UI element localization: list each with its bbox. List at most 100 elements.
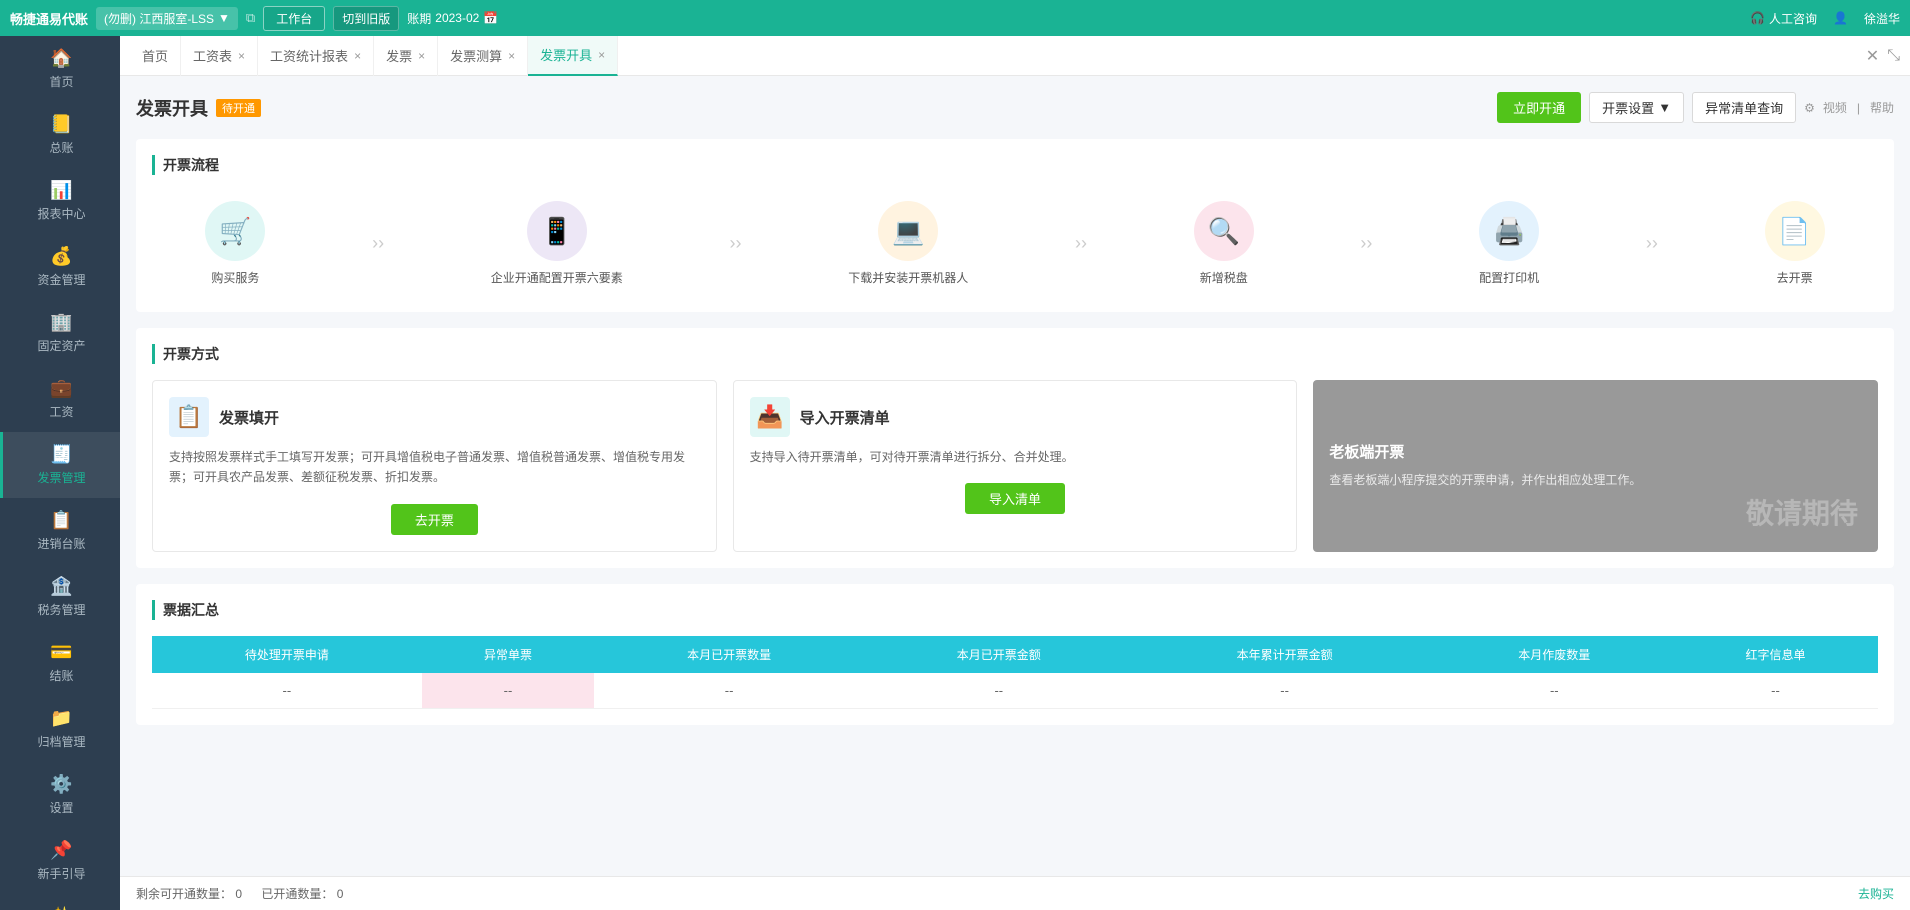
company-name: (勿删) 江西服室-LSS [104, 10, 214, 27]
content-area: 首页 工资表 × 工资统计报表 × 发票 × 发票测算 × 发票开具 × [120, 36, 1910, 910]
sidebar-item-settlement[interactable]: 💳 结账 [0, 630, 120, 696]
sidebar-item-archive[interactable]: 📁 归档管理 [0, 696, 120, 762]
calendar-icon[interactable]: 📅 [483, 11, 498, 25]
sidebar-item-purchase[interactable]: 📋 进销台账 [0, 498, 120, 564]
sidebar-item-label: 工资 [49, 403, 73, 420]
sidebar-item-funds[interactable]: 💰 资金管理 [0, 234, 120, 300]
step-arrow-1: ›› [372, 233, 384, 254]
bottom-bar: 剩余可开通数量： 0 已开通数量： 0 去购买 [120, 876, 1910, 910]
step-add-taxbox[interactable]: 🔍 新增税盘 [1194, 201, 1254, 286]
tab-invoice-calc[interactable]: 发票测算 × [438, 36, 528, 76]
invoice-card-manual-desc: 支持按照发票样式手工填写开发票；可开具增值税电子普通发票、增值税普通发票、增值税… [169, 447, 700, 488]
period-selector[interactable]: 账期 2023-02 📅 [407, 10, 498, 27]
main-layout: 🏠 首页 📒 总账 📊 报表中心 💰 资金管理 🏢 固定资产 💼 工资 🧾 发票… [0, 36, 1910, 910]
step-arrow-4: ›› [1360, 233, 1372, 254]
open-now-button[interactable]: 立即开通 [1497, 92, 1581, 123]
tab-close-icon[interactable]: × [418, 49, 425, 63]
tab-close-icon[interactable]: × [238, 49, 245, 63]
workspace-button[interactable]: 工作台 [263, 6, 325, 31]
funds-icon: 💰 [50, 246, 72, 267]
sidebar-item-label: 固定资产 [37, 337, 85, 354]
step-add-taxbox-label: 新增税盘 [1200, 269, 1248, 286]
abnormal-query-button[interactable]: 异常清单查询 [1692, 92, 1796, 123]
step-enterprise-setup[interactable]: 📱 企业开通配置开票六要素 [491, 201, 623, 286]
invoice-card-import-desc: 支持导入待开票清单，可对待开票清单进行拆分、合并处理。 [750, 447, 1281, 467]
cell-6: -- [1673, 673, 1878, 709]
table-row: -- -- -- -- -- -- -- [152, 673, 1878, 709]
sidebar-item-settings[interactable]: ⚙️ 设置 [0, 762, 120, 828]
tab-invoice[interactable]: 发票 × [374, 36, 438, 76]
step-buy-service-icon: 🛒 [205, 201, 265, 261]
sidebar-item-home[interactable]: 🏠 首页 [0, 36, 120, 102]
sidebar-item-invoice[interactable]: 🧾 发票管理 [0, 432, 120, 498]
cell-2: -- [594, 673, 864, 709]
step-download-robot[interactable]: 💻 下载并安装开票机器人 [848, 201, 968, 286]
company-selector[interactable]: (勿删) 江西服室-LSS ▼ [96, 7, 238, 30]
page-title: 发票开具 [136, 95, 208, 121]
chevron-down-icon: ▼ [1658, 100, 1671, 115]
archive-icon: 📁 [50, 708, 72, 729]
tab-invoice-tools[interactable]: 发票开具 × [528, 36, 618, 76]
open-settings-button[interactable]: 开票设置 ▼ [1589, 92, 1684, 123]
sidebar-item-vip[interactable]: ✨ 畅会员 [0, 894, 120, 910]
remain-label: 剩余可开通数量： [136, 887, 232, 901]
sidebar-item-label: 结账 [49, 667, 73, 684]
copy-icon[interactable]: ⧉ [246, 10, 255, 26]
chevron-down-icon: ▼ [218, 11, 230, 25]
sidebar-item-salary[interactable]: 💼 工资 [0, 366, 120, 432]
invoice-icon: 🧾 [50, 444, 72, 465]
ledger-icon: 📒 [50, 114, 72, 135]
top-bar-right: 🎧 人工咨询 👤 徐溢华 [1750, 10, 1900, 27]
top-bar: 畅捷通易代账 (勿删) 江西服室-LSS ▼ ⧉ 工作台 切到旧版 账期 202… [0, 0, 1910, 36]
page-header: 发票开具 待开通 立即开通 开票设置 ▼ 异常清单查询 ⚙ 视频 | 帮助 [136, 92, 1894, 123]
method-section: 开票方式 📋 发票填开 支持按照发票样式手工填写开发票；可开具增值税电子普通发票… [136, 328, 1894, 568]
step-start-invoice[interactable]: 📄 去开票 [1765, 201, 1825, 286]
import-list-button[interactable]: 导入清单 [965, 483, 1065, 514]
opened-value: 0 [337, 887, 344, 901]
assets-icon: 🏢 [50, 312, 72, 333]
col-header-5: 本月作废数量 [1436, 636, 1673, 673]
summary-table: 待处理开票申请 异常单票 本月已开票数量 本月已开票金额 本年累计开票金额 本月… [152, 636, 1878, 709]
user-name: 徐溢华 [1864, 10, 1900, 27]
sidebar-item-label: 归档管理 [37, 733, 85, 750]
tab-home[interactable]: 首页 [130, 36, 181, 76]
step-config-printer-icon: 🖨️ [1479, 201, 1539, 261]
status-badge: 待开通 [216, 99, 261, 117]
tab-salary-table[interactable]: 工资表 × [181, 36, 258, 76]
video-label[interactable]: 视频 [1823, 99, 1847, 116]
invoice-methods: 📋 发票填开 支持按照发票样式手工填写开发票；可开具增值税电子普通发票、增值税普… [152, 380, 1878, 552]
sidebar-item-ledger[interactable]: 📒 总账 [0, 102, 120, 168]
video-icon[interactable]: ⚙ [1804, 101, 1815, 115]
coming-soon-title: 老板端开票 [1329, 441, 1862, 462]
salary-icon: 💼 [50, 378, 72, 399]
tab-bar-right: ✕ ⤡ [1866, 46, 1900, 66]
tab-close-icon[interactable]: × [354, 49, 361, 63]
sidebar-item-assets[interactable]: 🏢 固定资产 [0, 300, 120, 366]
reports-icon: 📊 [50, 180, 72, 201]
step-config-printer[interactable]: 🖨️ 配置打印机 [1479, 201, 1539, 286]
customer-service-link[interactable]: 🎧 人工咨询 [1750, 10, 1817, 27]
settings-icon: ⚙️ [50, 774, 72, 795]
help-links: ⚙ 视频 | 帮助 [1804, 99, 1894, 116]
step-buy-service-label: 购买服务 [211, 269, 259, 286]
sidebar-item-reports[interactable]: 📊 报表中心 [0, 168, 120, 234]
tab-close-icon[interactable]: × [508, 49, 515, 63]
tab-resize-icon[interactable]: ⤡ [1887, 47, 1900, 65]
sidebar-item-tax[interactable]: 🏦 税务管理 [0, 564, 120, 630]
method-section-title: 开票方式 [152, 344, 1878, 364]
cell-1: -- [422, 673, 595, 709]
sidebar-item-label: 报表中心 [37, 205, 85, 222]
cell-5: -- [1436, 673, 1673, 709]
go-invoice-button[interactable]: 去开票 [391, 504, 478, 535]
switch-old-button[interactable]: 切到旧版 [333, 6, 399, 31]
tab-close-icon[interactable]: × [598, 48, 605, 62]
sidebar-item-guide[interactable]: 📌 新手引导 [0, 828, 120, 894]
help-label[interactable]: 帮助 [1870, 99, 1894, 116]
period-value: 2023-02 [435, 11, 479, 25]
step-buy-service[interactable]: 🛒 购买服务 [205, 201, 265, 286]
go-buy-link[interactable]: 去购买 [1858, 885, 1894, 902]
cell-3: -- [864, 673, 1134, 709]
tab-salary-stats[interactable]: 工资统计报表 × [258, 36, 374, 76]
tab-close-all-icon[interactable]: ✕ [1866, 46, 1879, 66]
tab-label: 发票开具 [540, 45, 592, 64]
